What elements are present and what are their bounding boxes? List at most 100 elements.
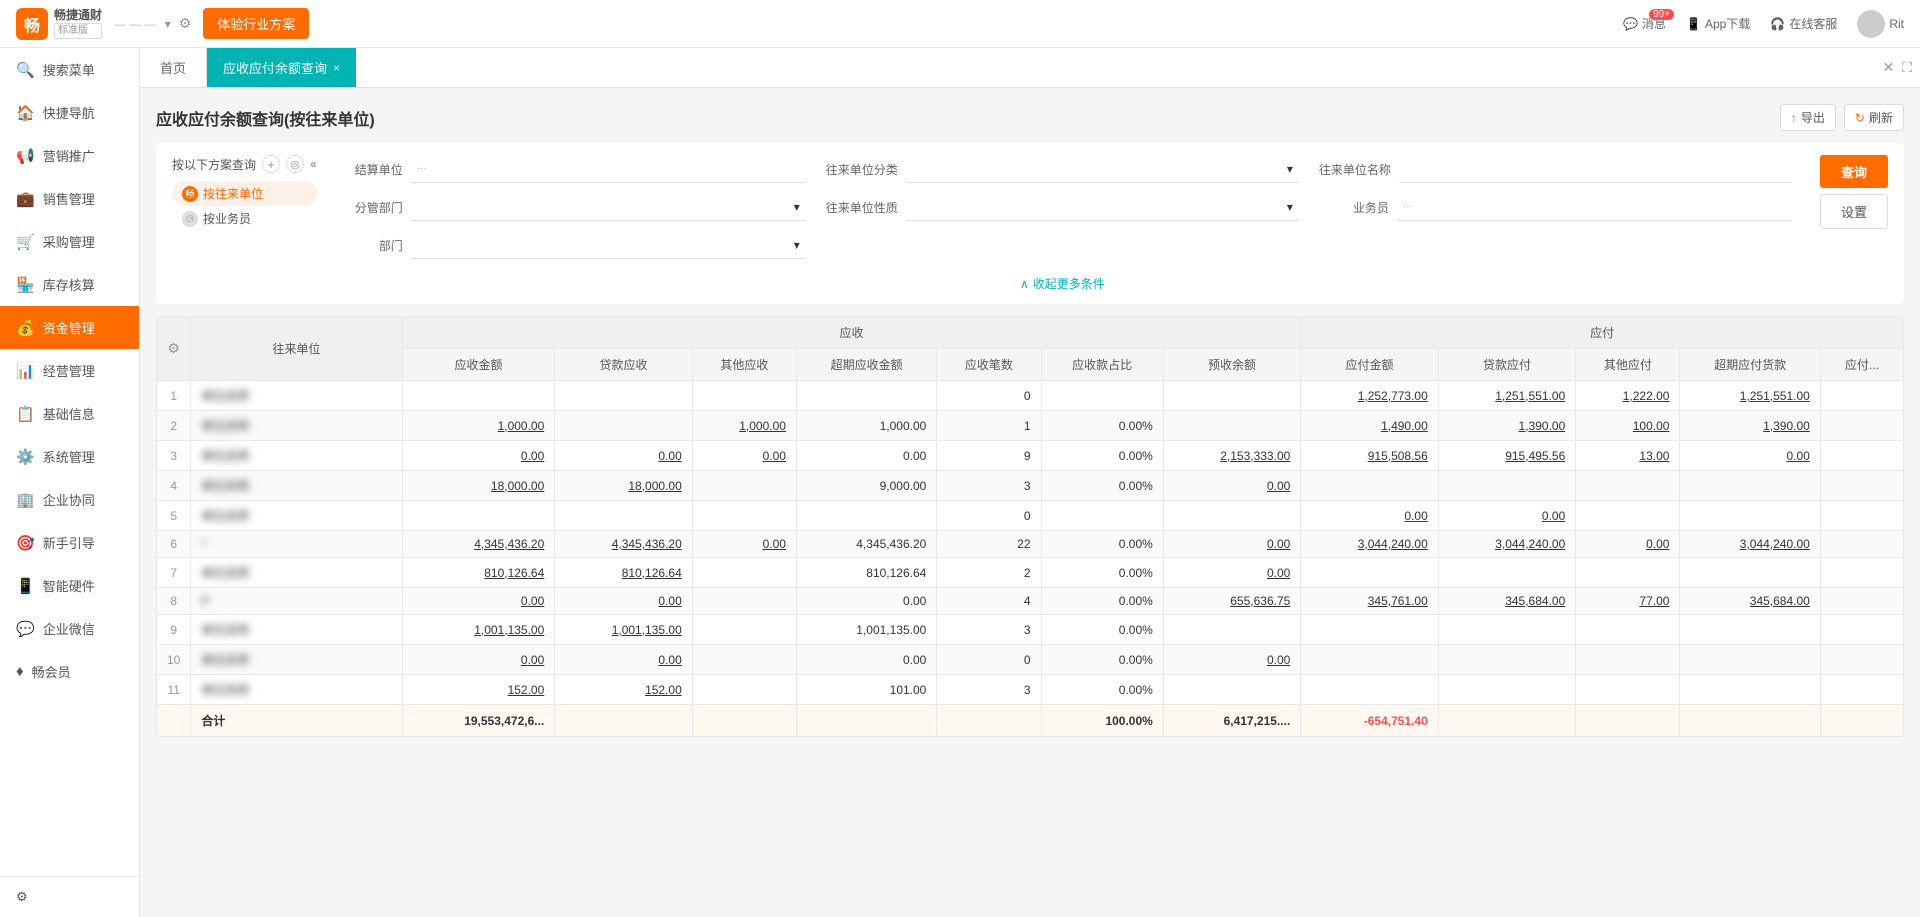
sidebar-item-system[interactable]: ⚙️ 系统管理 xyxy=(0,435,139,478)
app-download-area[interactable]: 📱 App下载 xyxy=(1686,15,1750,32)
tab-home[interactable]: 首页 xyxy=(140,48,207,87)
table-cell[interactable]: 1,251,551.00 xyxy=(1438,381,1575,411)
breadcrumb-dropdown[interactable]: ▾ xyxy=(165,17,171,31)
table-cell[interactable]: 1,390.00 xyxy=(1680,411,1820,441)
table-cell[interactable]: 18,000.00 xyxy=(555,471,692,501)
table-cell[interactable]: 1,252,773.00 xyxy=(1301,381,1438,411)
sidebar-item-marketing[interactable]: 📢 营销推广 xyxy=(0,134,139,177)
table-cell[interactable]: 0.00 xyxy=(402,645,555,675)
table-cell[interactable]: 0.00 xyxy=(402,441,555,471)
table-cell[interactable]: 0.00 xyxy=(1163,645,1300,675)
table-cell[interactable]: 13.00 xyxy=(1576,441,1680,471)
export-button[interactable]: ↑ 导出 xyxy=(1780,104,1836,131)
table-cell[interactable]: 0.00 xyxy=(1680,441,1820,471)
table-cell[interactable]: 0.00 xyxy=(692,531,796,558)
table-cell[interactable]: 0.00 xyxy=(1163,471,1300,501)
table-cell[interactable]: 0.00 xyxy=(402,588,555,615)
scheme-by-unit[interactable]: 畅 按往来单位 xyxy=(172,181,317,206)
sidebar-item-guide[interactable]: 🎯 新手引导 xyxy=(0,521,139,564)
sidebar-item-operations[interactable]: 📊 经营管理 xyxy=(0,349,139,392)
table-cell[interactable]: 1,490.00 xyxy=(1301,411,1438,441)
user-area[interactable]: Rit xyxy=(1857,10,1904,38)
table-cell[interactable]: 915,495.56 xyxy=(1438,441,1575,471)
filter-setting-button[interactable]: 设置 xyxy=(1820,194,1888,229)
sidebar-item-wechat[interactable]: 💬 企业微信 xyxy=(0,607,139,650)
sidebar-item-quick-nav[interactable]: 🏠 快捷导航 xyxy=(0,91,139,134)
service-area[interactable]: 🎧 在线客服 xyxy=(1770,15,1837,32)
table-cell[interactable]: 3,044,240.00 xyxy=(1680,531,1820,558)
add-scheme-icon[interactable]: + xyxy=(262,155,280,173)
edit-scheme-icon[interactable]: ◎ xyxy=(286,155,304,173)
table-cell[interactable]: 345,684.00 xyxy=(1680,588,1820,615)
table-cell xyxy=(796,501,936,531)
sidebar-item-smart-hw[interactable]: 📱 智能硬件 xyxy=(0,564,139,607)
tab-ctrl-expand[interactable]: ⛶ xyxy=(1902,59,1912,76)
table-cell[interactable]: 0.00 xyxy=(1576,531,1680,558)
table-cell[interactable]: 2,153,333.00 xyxy=(1163,441,1300,471)
division-input[interactable]: ▾ xyxy=(411,193,806,221)
table-wrap[interactable]: ⚙ 往来单位 应收 应付 应收金额 贷款应收 其他应收 超期应收金额 xyxy=(156,316,1904,737)
table-cell[interactable]: 4,345,436.20 xyxy=(555,531,692,558)
message-area[interactable]: 💬 消息 99+ xyxy=(1623,15,1666,32)
sidebar-item-capital[interactable]: 💰 资金管理 xyxy=(0,306,139,349)
table-cell[interactable]: 0.00 xyxy=(1301,501,1438,531)
settlement-unit-input[interactable]: ··· xyxy=(411,155,806,183)
table-cell[interactable]: 0.00 xyxy=(1163,558,1300,588)
table-cell[interactable]: 810,126.64 xyxy=(402,558,555,588)
table-cell[interactable]: 915,508.56 xyxy=(1301,441,1438,471)
refresh-button[interactable]: ↻ 刷新 xyxy=(1844,104,1904,131)
table-cell[interactable]: 3,044,240.00 xyxy=(1301,531,1438,558)
table-cell[interactable]: 345,684.00 xyxy=(1438,588,1575,615)
table-cell[interactable]: 810,126.64 xyxy=(555,558,692,588)
sidebar-footer-settings[interactable]: ⚙ xyxy=(0,877,139,917)
table-cell[interactable]: 655,636.75 xyxy=(1163,588,1300,615)
table-cell[interactable]: 0.00 xyxy=(555,441,692,471)
settings-icon[interactable]: ⚙ xyxy=(179,15,192,32)
unit-category-input[interactable]: ▾ xyxy=(906,155,1299,183)
table-cell[interactable]: 77.00 xyxy=(1576,588,1680,615)
table-cell[interactable]: 0.00 xyxy=(692,441,796,471)
table-cell: 3 xyxy=(937,615,1041,645)
sidebar-item-basic-info[interactable]: 📋 基础信息 xyxy=(0,392,139,435)
table-cell[interactable]: 0.00 xyxy=(555,645,692,675)
table-cell[interactable]: 0.00 xyxy=(555,588,692,615)
unit-name-input[interactable] xyxy=(1399,155,1792,183)
table-cell[interactable]: 1,001,135.00 xyxy=(555,615,692,645)
table-cell[interactable]: 1,001,135.00 xyxy=(402,615,555,645)
collapse-scheme-icon[interactable]: « xyxy=(310,157,317,171)
table-cell[interactable]: 1,251,551.00 xyxy=(1680,381,1820,411)
table-cell[interactable]: 18,000.00 xyxy=(402,471,555,501)
department-input[interactable]: ▾ xyxy=(411,231,806,259)
table-cell[interactable]: 4,345,436.20 xyxy=(402,531,555,558)
table-cell[interactable]: 152.00 xyxy=(402,675,555,705)
footer-ar-amount[interactable]: 19,553,472,6... xyxy=(402,705,555,737)
sidebar-item-sales[interactable]: 💼 销售管理 xyxy=(0,177,139,220)
table-cell[interactable]: 152.00 xyxy=(555,675,692,705)
table-cell[interactable]: 1,390.00 xyxy=(1438,411,1575,441)
query-button[interactable]: 查询 xyxy=(1820,155,1888,188)
table-cell[interactable]: 100.00 xyxy=(1576,411,1680,441)
promo-button[interactable]: 体验行业方案 xyxy=(203,8,309,39)
salesman-input[interactable]: ··· xyxy=(1397,193,1792,221)
table-cell[interactable]: 0.00 xyxy=(1163,531,1300,558)
tab-ar-balance[interactable]: 应收应付余额查询 × xyxy=(207,48,356,87)
unit-nature-input[interactable]: ▾ xyxy=(906,193,1299,221)
table-cell[interactable]: 3,044,240.00 xyxy=(1438,531,1575,558)
table-cell[interactable]: 1,000.00 xyxy=(692,411,796,441)
sidebar-item-inventory[interactable]: 🏪 库存核算 xyxy=(0,263,139,306)
sidebar-item-member[interactable]: ♦ 畅会员 xyxy=(0,650,139,693)
sidebar-item-search-menu[interactable]: 🔍 搜索菜单 xyxy=(0,48,139,91)
table-cell[interactable]: 345,761.00 xyxy=(1301,588,1438,615)
scheme-by-salesman[interactable]: ◷ 按业务员 xyxy=(172,206,317,231)
table-settings-icon[interactable]: ⚙ xyxy=(167,340,180,356)
tab-close-icon[interactable]: × xyxy=(333,61,340,75)
table-cell[interactable]: 0.00 xyxy=(1438,501,1575,531)
th-ar-prepay: 预收余额 xyxy=(1163,349,1300,381)
collapse-bar[interactable]: ∧ 收起更多条件 xyxy=(333,269,1792,292)
sidebar-item-enterprise[interactable]: 🏢 企业协同 xyxy=(0,478,139,521)
sidebar-item-purchase[interactable]: 🛒 采购管理 xyxy=(0,220,139,263)
table-cell[interactable]: 1,000.00 xyxy=(402,411,555,441)
tab-ctrl-close[interactable]: ✕ xyxy=(1882,59,1894,76)
table-cell[interactable]: 1,222.00 xyxy=(1576,381,1680,411)
table-row: 5单位名称00.000.00 xyxy=(157,501,1904,531)
